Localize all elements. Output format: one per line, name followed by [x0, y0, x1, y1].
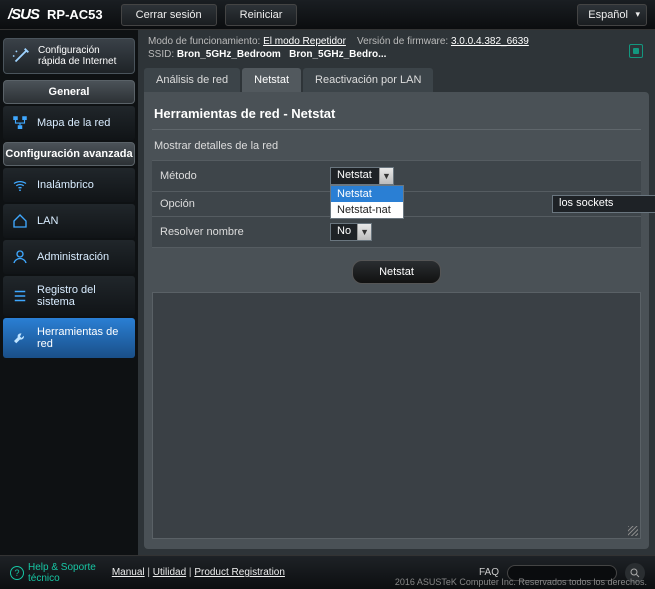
help-text-2: técnico	[28, 573, 60, 584]
help-icon: ?	[10, 566, 24, 580]
wifi-icon	[11, 176, 29, 194]
sidebar-item-label: Inalámbrico	[37, 179, 94, 191]
network-icon	[11, 114, 29, 132]
wand-icon	[10, 45, 32, 67]
sidebar-item-quickstart[interactable]: Configuración rápida de Internet	[3, 38, 135, 74]
sidebar-item-wireless[interactable]: Inalámbrico	[3, 168, 135, 202]
sidebar-item-admin[interactable]: Administración	[3, 240, 135, 274]
logout-button[interactable]: Cerrar sesión	[121, 4, 217, 26]
sidebar-item-label: LAN	[37, 215, 58, 227]
sidebar-item-label: Registro del sistema	[37, 284, 127, 308]
sidebar-item-label: Mapa de la red	[37, 117, 110, 129]
resolve-value: No	[331, 224, 357, 240]
sidebar-item-nettools[interactable]: Herramientas de red	[3, 318, 135, 358]
panel-subtitle: Mostrar detalles de la red	[152, 130, 641, 160]
mode-label: Modo de funcionamiento:	[148, 36, 260, 47]
language-select[interactable]: Español	[577, 4, 647, 26]
copyright-text: 2016 ASUSTeK Computer Inc. Reservados to…	[395, 577, 647, 589]
wrench-icon	[11, 329, 29, 347]
method-option-netstat-nat[interactable]: Netstat-nat	[331, 202, 403, 218]
sidebar: Configuración rápida de Internet General…	[0, 30, 138, 555]
method-option-netstat[interactable]: Netstat	[331, 186, 403, 202]
method-value: Netstat	[331, 168, 379, 184]
sidebar-group-advanced: Configuración avanzada	[3, 142, 135, 166]
output-textarea[interactable]	[152, 292, 641, 539]
chevron-down-icon: ▼	[357, 224, 371, 240]
sidebar-group-general: General	[3, 80, 135, 104]
sidebar-item-networkmap[interactable]: Mapa de la red	[3, 106, 135, 140]
utility-link[interactable]: Utilidad	[153, 567, 186, 578]
fw-link[interactable]: 3.0.0.4.382_6639	[451, 36, 529, 47]
registration-link[interactable]: Product Registration	[194, 567, 285, 578]
reboot-button[interactable]: Reiniciar	[225, 4, 298, 26]
help-text-1: Help & Soporte	[28, 562, 96, 573]
method-dropdown: Netstat Netstat-nat	[330, 185, 404, 219]
help-link[interactable]: ? Help & Soportetécnico	[10, 562, 96, 584]
option-value: los sockets	[553, 196, 655, 212]
ssid-value-1: Bron_5GHz_Bedroom	[177, 49, 281, 60]
model-label: RP-AC53	[47, 7, 103, 22]
method-label: Método	[160, 170, 330, 182]
sidebar-item-syslog[interactable]: Registro del sistema	[3, 276, 135, 316]
resolve-select[interactable]: No ▼	[330, 223, 372, 241]
method-select[interactable]: Netstat ▼	[330, 167, 394, 185]
netstat-button[interactable]: Netstat	[352, 260, 441, 284]
user-icon	[11, 248, 29, 266]
tab-wol[interactable]: Reactivación por LAN	[303, 68, 433, 92]
ssid-label: SSID:	[148, 49, 174, 60]
list-icon	[11, 287, 29, 305]
resolve-label: Resolver nombre	[160, 226, 330, 238]
tab-analysis[interactable]: Análisis de red	[144, 68, 240, 92]
mode-link[interactable]: El modo Repetidor	[263, 36, 346, 47]
panel-title: Herramientas de red - Netstat	[152, 100, 641, 130]
option-select[interactable]: los sockets ▼	[552, 195, 655, 213]
app-icon[interactable]	[629, 44, 643, 58]
option-label: Opción	[160, 198, 330, 210]
fw-label: Versión de firmware:	[357, 36, 448, 47]
sidebar-item-lan[interactable]: LAN	[3, 204, 135, 238]
tab-netstat[interactable]: Netstat	[242, 68, 301, 92]
sidebar-item-label: Configuración rápida de Internet	[38, 45, 128, 67]
sidebar-item-label: Administración	[37, 251, 109, 263]
sidebar-item-label: Herramientas de red	[37, 326, 127, 350]
manual-link[interactable]: Manual	[112, 567, 145, 578]
brand-logo: /SUS	[8, 6, 39, 23]
chevron-down-icon: ▼	[379, 168, 393, 184]
ssid-value-2: Bron_5GHz_Bedro...	[289, 49, 386, 60]
home-icon	[11, 212, 29, 230]
